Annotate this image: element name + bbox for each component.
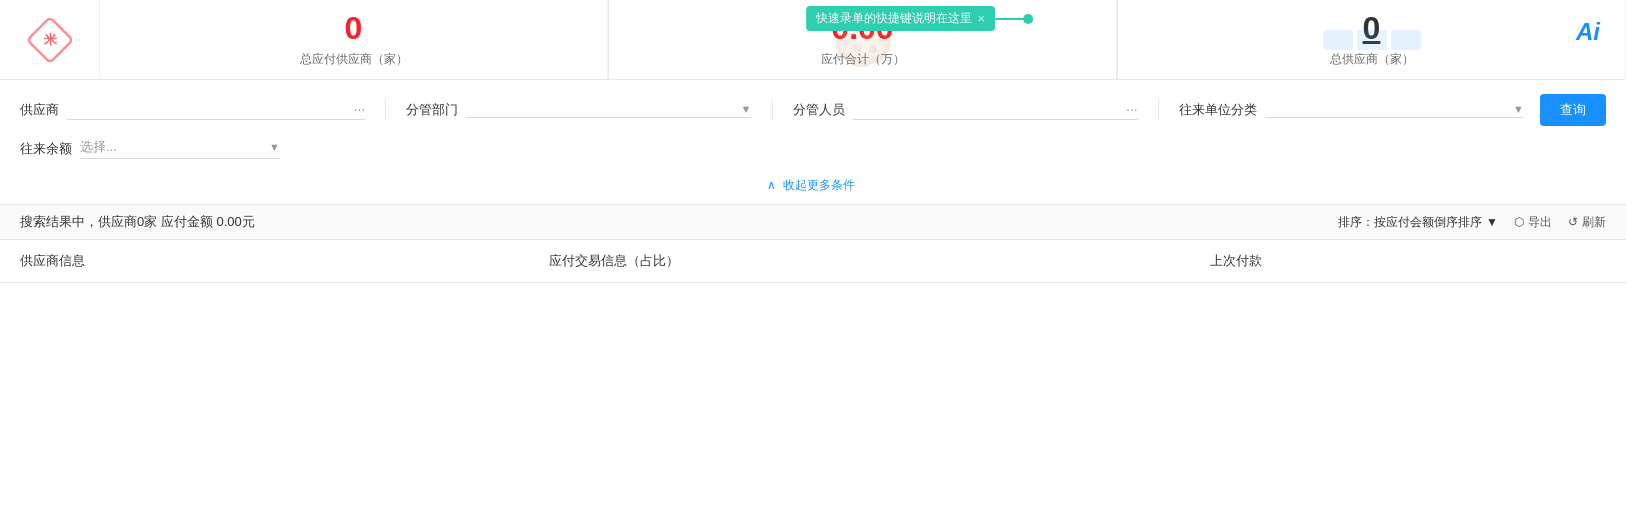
logo-area: 米	[0, 0, 100, 79]
manager-input-wrap: ···	[853, 101, 1138, 120]
collapse-label: 收起更多条件	[783, 178, 855, 192]
col-supplier-info: 供应商信息	[20, 252, 549, 270]
stat-number-payable-suppliers: 0	[345, 11, 363, 46]
manager-dots-button[interactable]: ···	[1126, 101, 1138, 117]
dept-select-wrap[interactable]: ▼	[466, 103, 751, 118]
balance-label: 往来余额	[20, 140, 72, 158]
tooltip-text: 快速录单的快捷键说明在这里	[816, 10, 972, 27]
balance-select-text: 选择...	[80, 138, 269, 156]
divider-3	[1158, 100, 1159, 120]
results-bar: 搜索结果中，供应商0家 应付金额 0.00元 排序：按应付会额倒序排序 ▼ ⬡ …	[0, 205, 1626, 240]
manager-input[interactable]	[853, 101, 1123, 116]
diamond-icon: 米	[26, 16, 74, 64]
export-button[interactable]: ⬡ 导出	[1514, 214, 1552, 231]
supplier-input[interactable]	[67, 101, 350, 116]
collapse-bar[interactable]: ∧ 收起更多条件	[20, 171, 1606, 204]
filter-row-2: 往来余额 选择... ▼	[20, 138, 1606, 159]
table-body	[0, 283, 1626, 515]
sort-arrow-icon: ▼	[1486, 215, 1498, 229]
col-transaction-info: 应付交易信息（占比）	[549, 252, 1210, 270]
export-label: 导出	[1528, 214, 1552, 231]
table-header: 供应商信息 应付交易信息（占比） 上次付款	[0, 240, 1626, 283]
ai-label: Ai	[1576, 18, 1600, 45]
stat-label-payable-suppliers: 总应付供应商（家）	[300, 51, 408, 68]
refresh-icon: ↺	[1568, 215, 1578, 229]
export-icon: ⬡	[1514, 215, 1524, 229]
tooltip-dot	[1023, 14, 1033, 24]
filter-unit-category: 往来单位分类 ▼	[1179, 101, 1524, 119]
refresh-button[interactable]: ↺ 刷新	[1568, 214, 1606, 231]
stat-label-total-suppliers: 总供应商（家）	[1330, 51, 1414, 68]
unit-category-label: 往来单位分类	[1179, 101, 1257, 119]
balance-arrow-icon: ▼	[269, 141, 280, 153]
dept-label: 分管部门	[406, 101, 458, 119]
stat-payable-amount: 🍪 快速录单的快捷键说明在这里 × 0.00 应付合计（万）	[609, 0, 1117, 79]
sort-select[interactable]: 排序：按应付会额倒序排序 ▼	[1338, 214, 1498, 231]
stat-total-suppliers: 0 总供应商（家）	[1118, 0, 1626, 79]
filter-balance: 往来余额 选择... ▼	[20, 138, 280, 159]
stat-payable-suppliers: 0 总应付供应商（家）	[100, 0, 608, 79]
filter-manager: 分管人员 ···	[793, 101, 1138, 120]
results-info: 搜索结果中，供应商0家 应付金额 0.00元	[20, 213, 255, 231]
divider-1	[385, 100, 386, 120]
collapse-chevron-icon: ∧	[767, 178, 776, 192]
unit-category-select-wrap[interactable]: ▼	[1265, 103, 1524, 118]
filter-dept: 分管部门 ▼	[406, 101, 751, 119]
stats-bar: 米 0 总应付供应商（家） 🍪 快速录单的快捷键说明在这里 × 0.00 应付合…	[0, 0, 1626, 80]
supplier-label: 供应商	[20, 101, 59, 119]
ai-badge: Ai	[1576, 18, 1600, 46]
stat-label-payable-amount: 应付合计（万）	[821, 51, 905, 68]
supplier-dots-button[interactable]: ···	[354, 101, 366, 117]
manager-label: 分管人员	[793, 101, 845, 119]
tooltip-bubble[interactable]: 快速录单的快捷键说明在这里 ×	[806, 6, 996, 31]
sort-label: 排序：按应付会额倒序排序	[1338, 214, 1482, 231]
tooltip-close-button[interactable]: ×	[978, 12, 986, 25]
query-button[interactable]: 查询	[1540, 94, 1606, 126]
supplier-input-wrap: ···	[67, 101, 365, 120]
svg-text:米: 米	[42, 32, 57, 47]
filter-row-1: 供应商 ··· 分管部门 ▼ 分管人员	[20, 94, 1606, 126]
results-actions: 排序：按应付会额倒序排序 ▼ ⬡ 导出 ↺ 刷新	[1338, 214, 1606, 231]
filter-section: 供应商 ··· 分管部门 ▼ 分管人员	[0, 80, 1626, 205]
filter-supplier: 供应商 ···	[20, 101, 365, 120]
dept-arrow-icon: ▼	[741, 103, 752, 115]
balance-select-wrap[interactable]: 选择... ▼	[80, 138, 280, 159]
divider-2	[772, 100, 773, 120]
unit-category-arrow-icon: ▼	[1513, 103, 1524, 115]
col-last-payment: 上次付款	[1210, 252, 1607, 270]
refresh-label: 刷新	[1582, 214, 1606, 231]
